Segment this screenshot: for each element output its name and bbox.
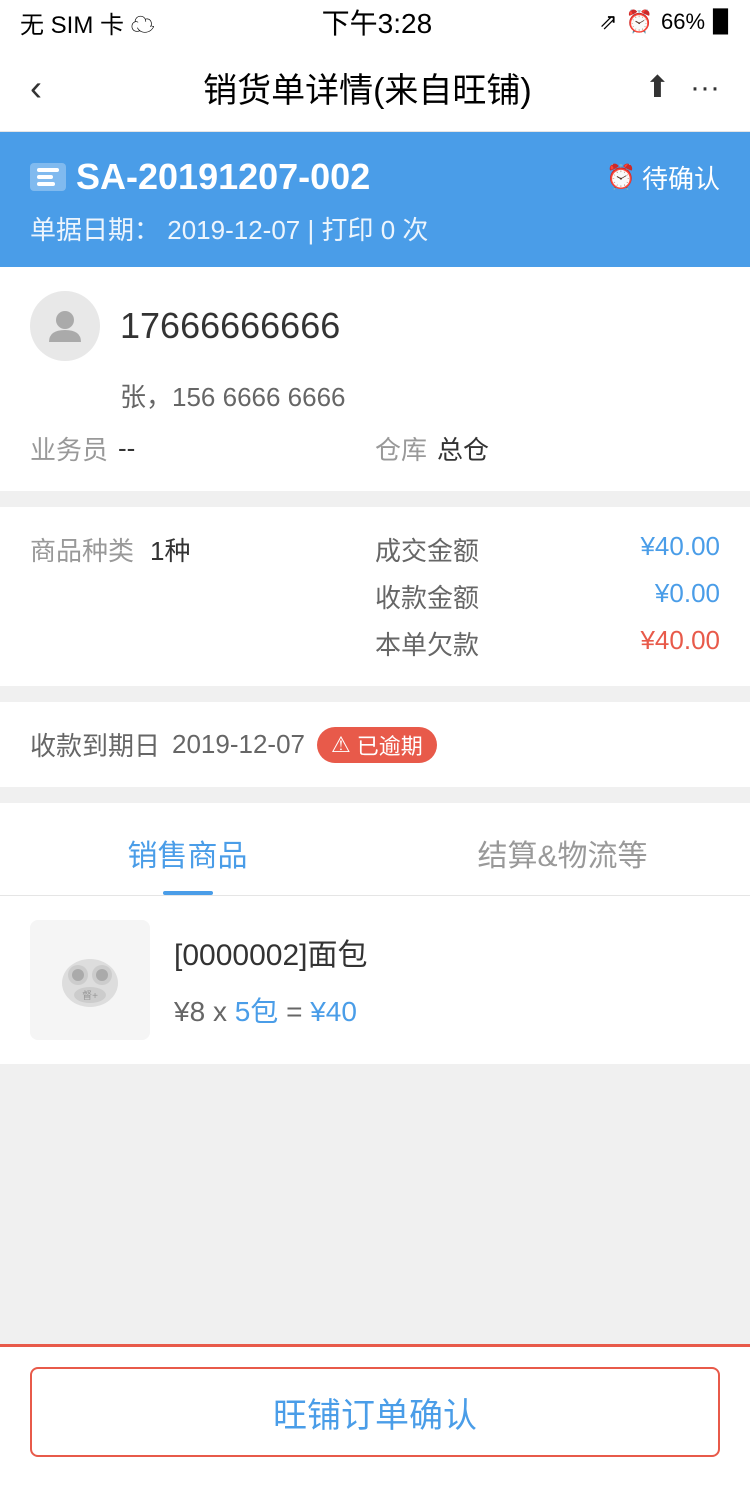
receipt-amount-label: 收款金额	[375, 578, 479, 615]
status-left: 无 SIM 卡 ☁	[20, 5, 155, 40]
due-amount-row: 本单欠款 ¥40.00	[375, 625, 720, 662]
sim-label: 无 SIM 卡 ☁	[20, 5, 155, 40]
product-item: 督+ [0000002]面包 ¥8 x 5包 = ¥40	[0, 896, 750, 1064]
tab-indicator	[163, 891, 213, 895]
due-date-value: 2019-12-07	[172, 729, 305, 760]
status-bar: 无 SIM 卡 ☁ 下午3:28 ⇗ ⏰ 66% ▉	[0, 0, 750, 44]
empty-area	[0, 1064, 750, 1344]
order-header-card: SA-20191207-002 ⏰ 待确认 单据日期： 2019-12-07 |…	[0, 132, 750, 267]
tabs-section: 销售商品 结算&物流等	[0, 803, 750, 896]
salesperson-meta: 业务员 --	[30, 430, 375, 467]
warehouse-meta: 仓库 总仓	[375, 430, 720, 467]
due-date-label: 收款到期日	[30, 726, 160, 763]
salesperson-label: 业务员	[30, 430, 108, 467]
svg-text:督+: 督+	[82, 989, 98, 1002]
status-icon: ⏰	[606, 163, 636, 192]
receipt-amount-row: 收款金额 ¥0.00	[375, 578, 720, 615]
product-info: [0000002]面包 ¥8 x 5包 = ¥40	[174, 930, 720, 1030]
order-date-row: 单据日期： 2019-12-07 | 打印 0 次	[30, 210, 720, 247]
warehouse-label: 仓库	[375, 430, 427, 467]
share-button[interactable]: ⬆	[645, 70, 670, 105]
page-title: 销货单详情(来自旺铺)	[90, 63, 645, 112]
overdue-icon: ⚠	[331, 732, 351, 758]
product-type-area: 商品种类 1种	[30, 531, 375, 568]
tabs-row: 销售商品 结算&物流等	[0, 803, 750, 896]
product-price: ¥8 x 5包 = ¥40	[174, 990, 720, 1030]
due-amount-label: 本单欠款	[375, 625, 479, 662]
location-icon: ⇗	[599, 9, 617, 35]
product-type-value: 1种	[150, 531, 190, 568]
nav-bar: ‹ 销货单详情(来自旺铺) ⬆ ···	[0, 44, 750, 132]
alarm-icon: ⏰	[626, 9, 653, 35]
deal-amount-value: ¥40.00	[640, 531, 720, 568]
tab-sales[interactable]: 销售商品	[0, 803, 375, 895]
confirm-button-wrap: 旺铺订单确认	[0, 1344, 750, 1497]
due-amount-value: ¥40.00	[640, 625, 720, 662]
status-time: 下午3:28	[322, 2, 433, 42]
quantity-value: 5包	[235, 996, 279, 1027]
due-date-section: 收款到期日 2019-12-07 ⚠ 已逾期	[0, 702, 750, 787]
customer-name: 张，156 6666 6666	[120, 377, 720, 414]
tab-settlement-label: 结算&物流等	[477, 840, 647, 873]
product-name: [0000002]面包	[174, 930, 720, 974]
overdue-text: 已逾期	[357, 729, 423, 761]
tab-sales-label: 销售商品	[128, 840, 248, 873]
deal-amount-row: 成交金额 ¥40.00	[375, 531, 720, 568]
product-image: 督+	[30, 920, 150, 1040]
amounts-section: 商品种类 1种 成交金额 ¥40.00 收款金额 ¥0.00 本单欠款 ¥40.…	[0, 507, 750, 686]
status-right: ⇗ ⏰ 66% ▉	[599, 9, 730, 35]
total-value: ¥40	[310, 996, 357, 1027]
confirm-order-button[interactable]: 旺铺订单确认	[30, 1367, 720, 1457]
order-id: SA-20191207-002	[30, 156, 370, 198]
customer-row: 17666666666	[30, 291, 720, 361]
tab-settlement[interactable]: 结算&物流等	[375, 803, 750, 895]
multiply-sign: x	[213, 996, 235, 1027]
order-icon	[30, 163, 66, 191]
order-header-top: SA-20191207-002 ⏰ 待确认	[30, 156, 720, 198]
customer-phone: 17666666666	[120, 305, 340, 347]
salesperson-value: --	[118, 433, 135, 464]
product-type-label: 商品种类	[30, 531, 134, 568]
battery-label: 66%	[661, 9, 705, 35]
customer-meta: 业务员 -- 仓库 总仓	[30, 430, 720, 467]
receipt-amount-value: ¥0.00	[655, 578, 720, 615]
battery-icon: ▉	[713, 9, 730, 35]
nav-actions: ⬆ ···	[645, 70, 720, 105]
back-button[interactable]: ‹	[30, 67, 90, 109]
customer-avatar	[30, 291, 100, 361]
deal-amount-label: 成交金额	[375, 531, 479, 568]
overdue-badge: ⚠ 已逾期	[317, 727, 437, 763]
customer-section: 17666666666 张，156 6666 6666 业务员 -- 仓库 总仓	[0, 267, 750, 491]
products-section: 督+ [0000002]面包 ¥8 x 5包 = ¥40	[0, 896, 750, 1064]
amounts-right: 成交金额 ¥40.00 收款金额 ¥0.00 本单欠款 ¥40.00	[375, 531, 720, 662]
status-text: 待确认	[642, 159, 720, 196]
warehouse-value: 总仓	[437, 430, 489, 467]
order-number: SA-20191207-002	[76, 156, 370, 198]
equals-sign: =	[286, 996, 310, 1027]
status-badge: ⏰ 待确认	[606, 159, 720, 196]
more-button[interactable]: ···	[690, 71, 720, 105]
price-value: ¥8	[174, 996, 205, 1027]
confirm-button-label: 旺铺订单确认	[273, 1388, 477, 1437]
